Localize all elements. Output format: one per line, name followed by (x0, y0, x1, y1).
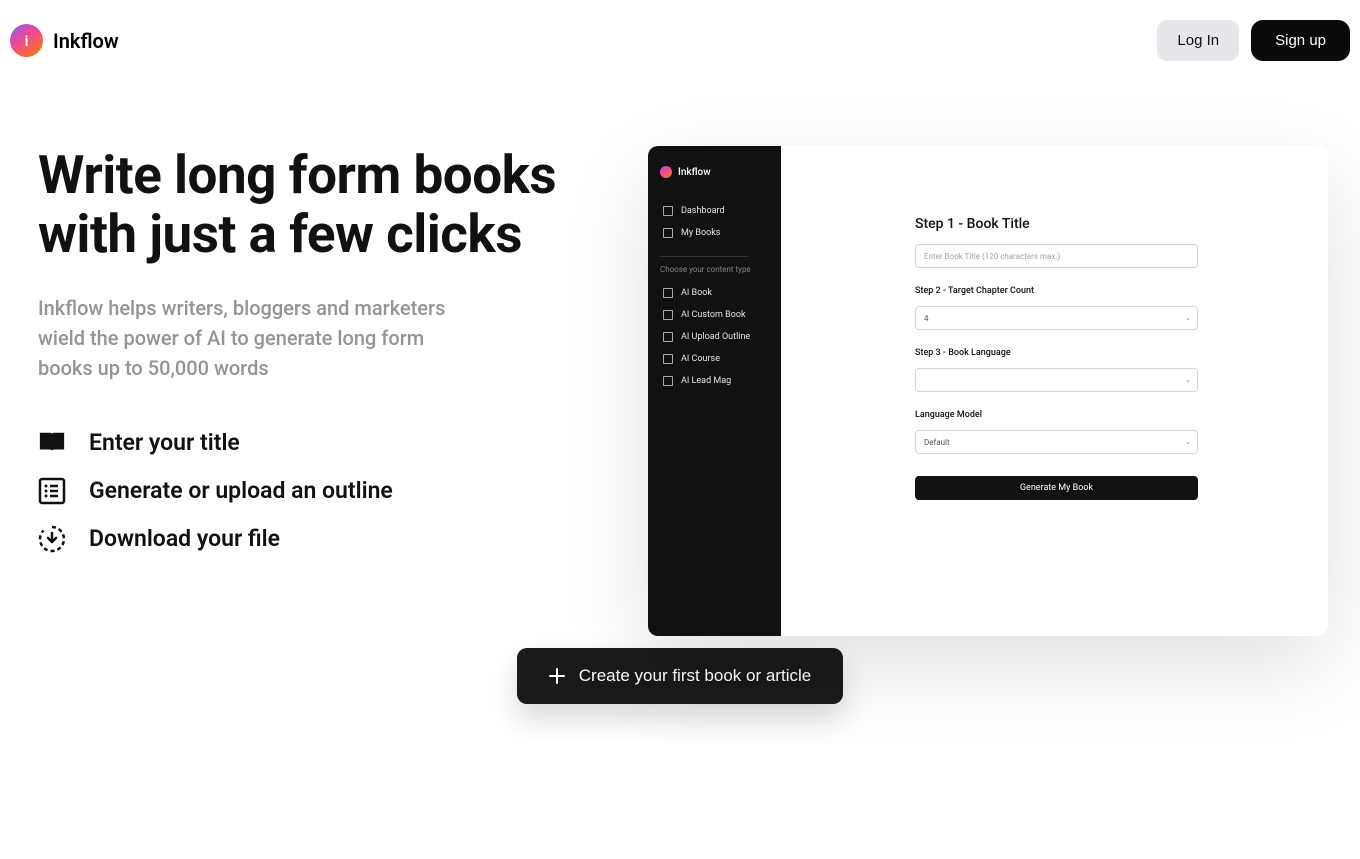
preview-chapter-select: 4 ⌄ (915, 306, 1198, 330)
preview-generate-button: Generate My Book (915, 476, 1198, 500)
book-open-icon (38, 429, 66, 457)
preview-ct-course: AI Course (660, 348, 769, 370)
cta-label: Create your first book or article (579, 666, 811, 686)
preview-nav-dashboard: Dashboard (660, 200, 769, 222)
feature-label: Generate or upload an outline (89, 477, 393, 504)
chevron-down-icon: ⌄ (1185, 438, 1191, 446)
feature-label: Download your file (89, 525, 280, 552)
preview-nav-mybooks: My Books (660, 222, 769, 244)
nav-buttons: Log In Sign up (1157, 20, 1350, 61)
feature-enter-title: Enter your title (38, 429, 608, 457)
brand-logo[interactable]: i Inkflow (10, 24, 119, 57)
preview-nav-label: AI Lead Mag (681, 376, 731, 386)
preview-select-value: Default (924, 438, 950, 447)
preview-divider (660, 256, 748, 257)
arrow-icon (663, 376, 673, 386)
dashboard-icon (663, 206, 673, 216)
list-box-icon (38, 477, 66, 505)
preview-content-heading: Choose your content type (660, 265, 769, 274)
plus-icon (549, 668, 565, 684)
preview-step2-title: Step 2 - Target Chapter Count (915, 286, 1258, 296)
header: i Inkflow Log In Sign up (0, 0, 1360, 71)
chevron-down-icon: ⌄ (1185, 314, 1191, 322)
brand-logo-icon: i (10, 24, 43, 57)
preview-ct-leadmag: AI Lead Mag (660, 370, 769, 392)
preview-model-title: Language Model (915, 410, 1258, 420)
hero-left: Write long form books with just a few cl… (38, 146, 608, 553)
preview-language-select: ⌄ (915, 368, 1198, 392)
preview-sidebar: Inkflow Dashboard My Books Choose your c… (648, 146, 781, 636)
preview-brand-name: Inkflow (678, 167, 711, 178)
preview-placeholder: Enter Book Title (120 characters max.) (924, 252, 1060, 261)
hero-right: Inkflow Dashboard My Books Choose your c… (648, 146, 1322, 553)
chevron-down-icon: ⌄ (1185, 376, 1191, 384)
create-book-button[interactable]: Create your first book or article (517, 648, 843, 704)
preview-ct-custombook: AI Custom Book (660, 304, 769, 326)
signup-button[interactable]: Sign up (1251, 20, 1350, 61)
download-circle-icon (38, 525, 66, 553)
preview-nav-label: AI Upload Outline (681, 332, 750, 342)
login-button[interactable]: Log In (1157, 20, 1239, 61)
preview-nav-label: My Books (681, 228, 720, 238)
preview-nav-label: AI Course (681, 354, 720, 364)
globe-icon (663, 354, 673, 364)
preview-step3-title: Step 3 - Book Language (915, 348, 1258, 358)
preview-nav-label: AI Custom Book (681, 310, 746, 320)
brand-name: Inkflow (53, 29, 119, 53)
hero-section: Write long form books with just a few cl… (0, 71, 1360, 553)
preview-main: Step 1 - Book Title Enter Book Title (12… (781, 146, 1328, 636)
app-preview: Inkflow Dashboard My Books Choose your c… (648, 146, 1328, 636)
preview-logo-icon (660, 166, 672, 178)
feature-generate-outline: Generate or upload an outline (38, 477, 608, 505)
book-icon (663, 228, 673, 238)
preview-ct-aibook: AI Book (660, 282, 769, 304)
preview-title-input: Enter Book Title (120 characters max.) (915, 244, 1198, 268)
preview-nav-label: AI Book (681, 288, 712, 298)
upload-icon (663, 332, 673, 342)
feature-list: Enter your title Generate or upload an o… (38, 429, 608, 553)
preview-logo: Inkflow (660, 166, 769, 178)
feature-label: Enter your title (89, 429, 240, 456)
hero-subtitle: Inkflow helps writers, bloggers and mark… (38, 293, 483, 383)
preview-nav-label: Dashboard (681, 206, 725, 216)
preview-step1-title: Step 1 - Book Title (915, 216, 1258, 232)
preview-model-select: Default ⌄ (915, 430, 1198, 454)
file-icon (663, 288, 673, 298)
preview-ct-uploadoutline: AI Upload Outline (660, 326, 769, 348)
cta-section: Create your first book or article (0, 648, 1360, 704)
hero-title: Write long form books with just a few cl… (38, 146, 608, 265)
preview-select-value: 4 (924, 314, 929, 323)
sparkle-icon (663, 310, 673, 320)
feature-download-file: Download your file (38, 525, 608, 553)
